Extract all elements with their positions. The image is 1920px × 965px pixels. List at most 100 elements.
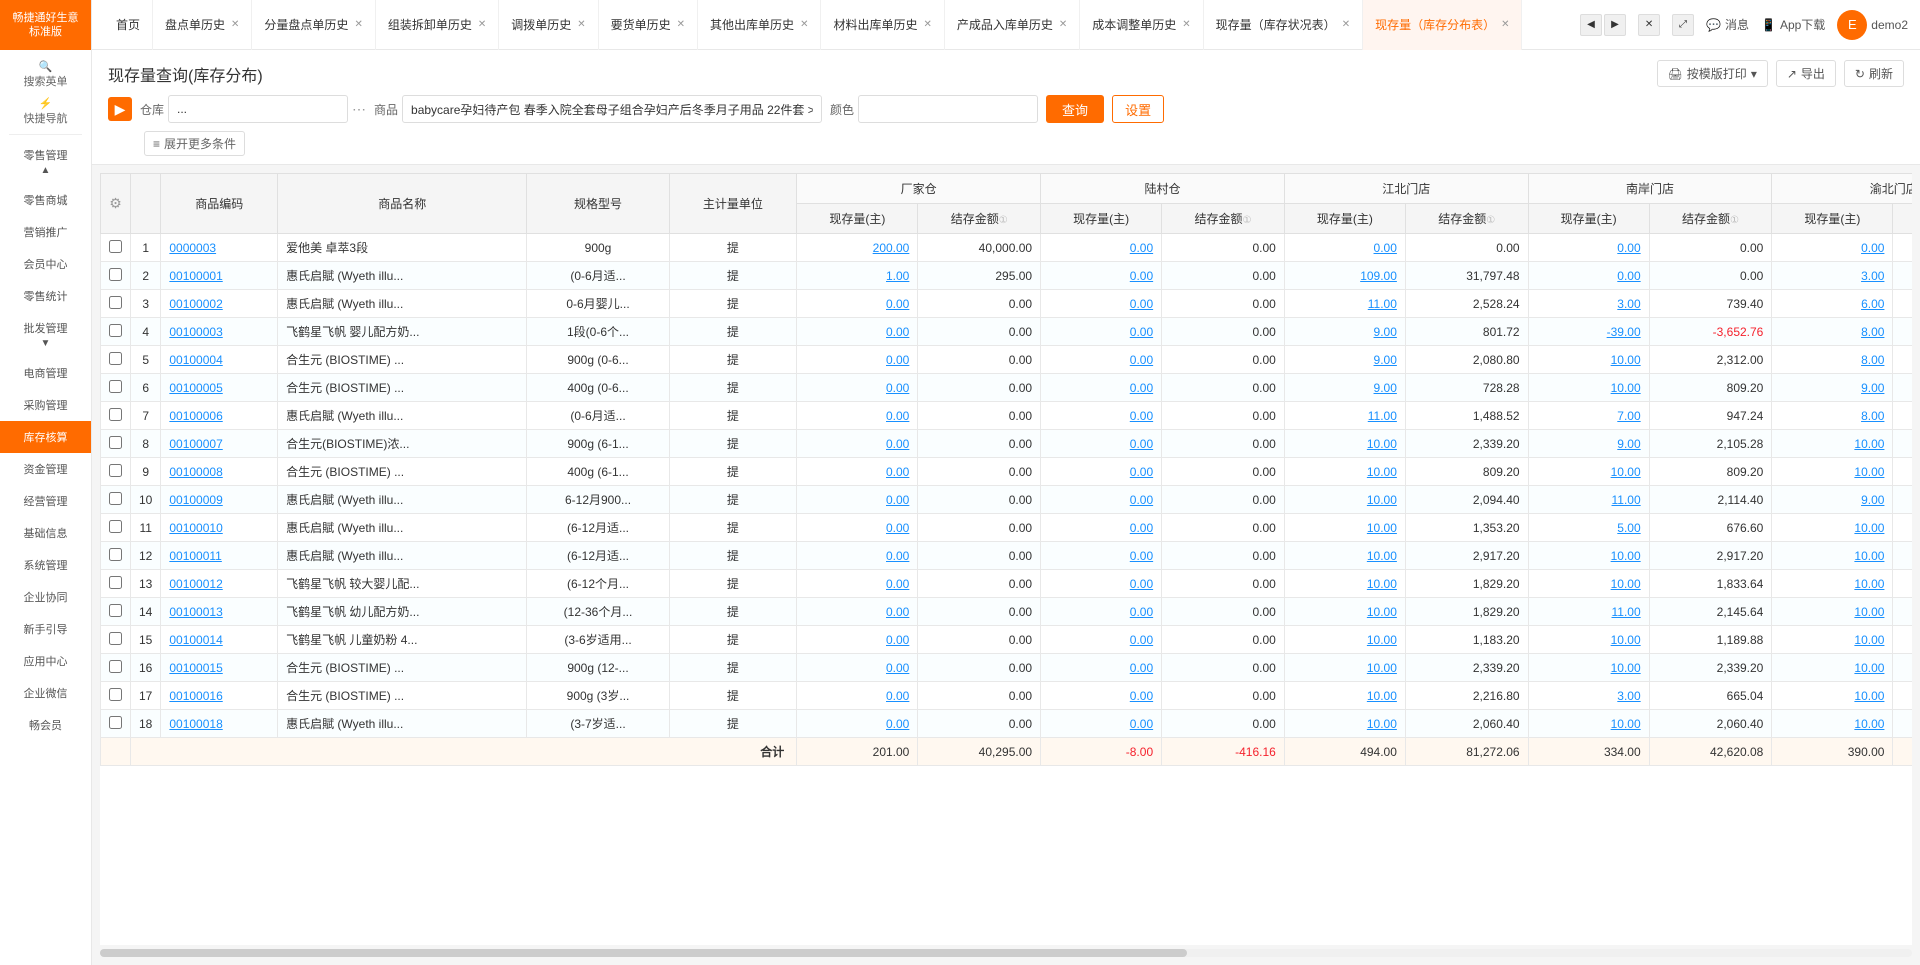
factory-qty-cell[interactable]: 0.00 bbox=[797, 710, 918, 738]
close-icon[interactable]: ✕ bbox=[231, 19, 239, 30]
sidebar-item-finance[interactable]: 资金管理 bbox=[0, 453, 91, 485]
row-checkbox[interactable] bbox=[101, 290, 131, 318]
product-code-cell[interactable]: 00100010 bbox=[161, 514, 278, 542]
yb-qty-cell[interactable]: 10.00 bbox=[1772, 710, 1893, 738]
jb-qty-cell[interactable]: 10.00 bbox=[1284, 710, 1405, 738]
close-icon[interactable]: ✕ bbox=[1059, 19, 1067, 30]
yb-qty-cell[interactable]: 8.00 bbox=[1772, 402, 1893, 430]
nav-next-button[interactable]: ▶ bbox=[1604, 14, 1626, 36]
info-icon[interactable]: ① bbox=[999, 215, 1008, 226]
jb-qty-cell[interactable]: 10.00 bbox=[1284, 514, 1405, 542]
lucun-qty-cell[interactable]: 0.00 bbox=[1041, 654, 1162, 682]
lucun-qty-cell[interactable]: 0.00 bbox=[1041, 374, 1162, 402]
tab-expand-button[interactable]: ⤢ bbox=[1672, 14, 1694, 36]
product-code-cell[interactable]: 00100016 bbox=[161, 682, 278, 710]
yb-qty-cell[interactable]: 10.00 bbox=[1772, 626, 1893, 654]
sidebar-item-app-center[interactable]: 应用中心 bbox=[0, 645, 91, 677]
product-input[interactable] bbox=[402, 95, 822, 123]
gear-icon[interactable]: ⚙ bbox=[109, 195, 122, 211]
row-checkbox[interactable] bbox=[101, 318, 131, 346]
jb-qty-cell[interactable]: 10.00 bbox=[1284, 458, 1405, 486]
tab-partial-stocktake[interactable]: 分量盘点单历史 ✕ bbox=[252, 0, 375, 50]
warehouse-picker-icon[interactable]: ⋯ bbox=[352, 101, 366, 118]
lucun-qty-cell[interactable]: 0.00 bbox=[1041, 458, 1162, 486]
jb-qty-cell[interactable]: 10.00 bbox=[1284, 570, 1405, 598]
lucun-qty-cell[interactable]: 0.00 bbox=[1041, 710, 1162, 738]
info-icon[interactable]: ① bbox=[1730, 215, 1739, 226]
factory-qty-cell[interactable]: 0.00 bbox=[797, 346, 918, 374]
na-qty-cell[interactable]: 11.00 bbox=[1528, 486, 1649, 514]
product-code-cell[interactable]: 00100002 bbox=[161, 290, 278, 318]
yb-qty-cell[interactable]: 9.00 bbox=[1772, 374, 1893, 402]
jb-qty-cell[interactable]: 10.00 bbox=[1284, 654, 1405, 682]
row-checkbox[interactable] bbox=[101, 430, 131, 458]
lucun-qty-cell[interactable]: 0.00 bbox=[1041, 290, 1162, 318]
filter-expand-button[interactable]: ▶ bbox=[108, 97, 132, 121]
tab-cost-adjust[interactable]: 成本调整单历史 ✕ bbox=[1080, 0, 1203, 50]
factory-qty-cell[interactable]: 0.00 bbox=[797, 570, 918, 598]
lucun-qty-cell[interactable]: 0.00 bbox=[1041, 626, 1162, 654]
sidebar-item-ecommerce[interactable]: 电商管理 bbox=[0, 357, 91, 389]
row-checkbox[interactable] bbox=[101, 514, 131, 542]
tab-product-inbound[interactable]: 产成品入库单历史 ✕ bbox=[945, 0, 1080, 50]
tab-inventory-distribution[interactable]: 现存量（库存分布表） ✕ bbox=[1363, 0, 1522, 50]
yb-qty-cell[interactable]: 6.00 bbox=[1772, 290, 1893, 318]
product-code-cell[interactable]: 00100011 bbox=[161, 542, 278, 570]
warehouse-input[interactable] bbox=[168, 95, 348, 123]
color-input[interactable] bbox=[858, 95, 1038, 123]
lucun-qty-cell[interactable]: 0.00 bbox=[1041, 682, 1162, 710]
jb-qty-cell[interactable]: 10.00 bbox=[1284, 598, 1405, 626]
lucun-qty-cell[interactable]: 0.00 bbox=[1041, 234, 1162, 262]
tab-requisition[interactable]: 要货单历史 ✕ bbox=[599, 0, 698, 50]
close-icon[interactable]: ✕ bbox=[577, 19, 585, 30]
factory-qty-cell[interactable]: 0.00 bbox=[797, 598, 918, 626]
na-qty-cell[interactable]: 10.00 bbox=[1528, 710, 1649, 738]
row-checkbox[interactable] bbox=[101, 346, 131, 374]
close-icon[interactable]: ✕ bbox=[1501, 19, 1509, 30]
sidebar-item-guide[interactable]: 新手引导 bbox=[0, 613, 91, 645]
yb-qty-cell[interactable]: 10.00 bbox=[1772, 570, 1893, 598]
row-checkbox[interactable] bbox=[101, 402, 131, 430]
product-code-cell[interactable]: 00100007 bbox=[161, 430, 278, 458]
close-icon[interactable]: ✕ bbox=[800, 19, 808, 30]
sidebar-item-inventory[interactable]: 库存核算 bbox=[0, 421, 91, 453]
lucun-qty-cell[interactable]: 0.00 bbox=[1041, 262, 1162, 290]
factory-qty-cell[interactable]: 0.00 bbox=[797, 290, 918, 318]
yb-qty-cell[interactable]: 8.00 bbox=[1772, 318, 1893, 346]
sidebar-item-retail-mall[interactable]: 零售商城 bbox=[0, 184, 91, 216]
tab-other-outbound[interactable]: 其他出库单历史 ✕ bbox=[698, 0, 821, 50]
yb-qty-cell[interactable]: 10.00 bbox=[1772, 458, 1893, 486]
refresh-button[interactable]: ↻ 刷新 bbox=[1844, 60, 1904, 87]
tab-inventory-status[interactable]: 现存量（库存状况表） ✕ bbox=[1204, 0, 1363, 50]
factory-qty-cell[interactable]: 0.00 bbox=[797, 430, 918, 458]
user-menu[interactable]: E demo2 bbox=[1837, 10, 1908, 40]
na-qty-cell[interactable]: 10.00 bbox=[1528, 654, 1649, 682]
jb-qty-cell[interactable]: 11.00 bbox=[1284, 402, 1405, 430]
nav-prev-button[interactable]: ◀ bbox=[1580, 14, 1602, 36]
yb-qty-cell[interactable]: 0.00 bbox=[1772, 234, 1893, 262]
product-code-cell[interactable]: 00100008 bbox=[161, 458, 278, 486]
query-button[interactable]: 查询 bbox=[1046, 95, 1104, 123]
product-code-cell[interactable]: 00100012 bbox=[161, 570, 278, 598]
yb-qty-cell[interactable]: 10.00 bbox=[1772, 514, 1893, 542]
tab-material-outbound[interactable]: 材料出库单历史 ✕ bbox=[821, 0, 944, 50]
product-code-cell[interactable]: 00100013 bbox=[161, 598, 278, 626]
tab-transfer[interactable]: 调拨单历史 ✕ bbox=[499, 0, 598, 50]
row-checkbox[interactable] bbox=[101, 710, 131, 738]
horizontal-scrollbar[interactable] bbox=[100, 949, 1912, 957]
product-code-cell[interactable]: 0000003 bbox=[161, 234, 278, 262]
yb-qty-cell[interactable]: 9.00 bbox=[1772, 486, 1893, 514]
app-download-button[interactable]: 📱 App下载 bbox=[1761, 16, 1825, 33]
yb-qty-cell[interactable]: 10.00 bbox=[1772, 598, 1893, 626]
lucun-qty-cell[interactable]: 0.00 bbox=[1041, 542, 1162, 570]
lucun-qty-cell[interactable]: 0.00 bbox=[1041, 486, 1162, 514]
lucun-qty-cell[interactable]: 0.00 bbox=[1041, 430, 1162, 458]
jb-qty-cell[interactable]: 109.00 bbox=[1284, 262, 1405, 290]
na-qty-cell[interactable]: 10.00 bbox=[1528, 346, 1649, 374]
sidebar-item-purchase[interactable]: 采购管理 bbox=[0, 389, 91, 421]
factory-qty-cell[interactable]: 0.00 bbox=[797, 682, 918, 710]
factory-qty-cell[interactable]: 1.00 bbox=[797, 262, 918, 290]
factory-qty-cell[interactable]: 0.00 bbox=[797, 486, 918, 514]
jb-qty-cell[interactable]: 10.00 bbox=[1284, 430, 1405, 458]
na-qty-cell[interactable]: 9.00 bbox=[1528, 430, 1649, 458]
